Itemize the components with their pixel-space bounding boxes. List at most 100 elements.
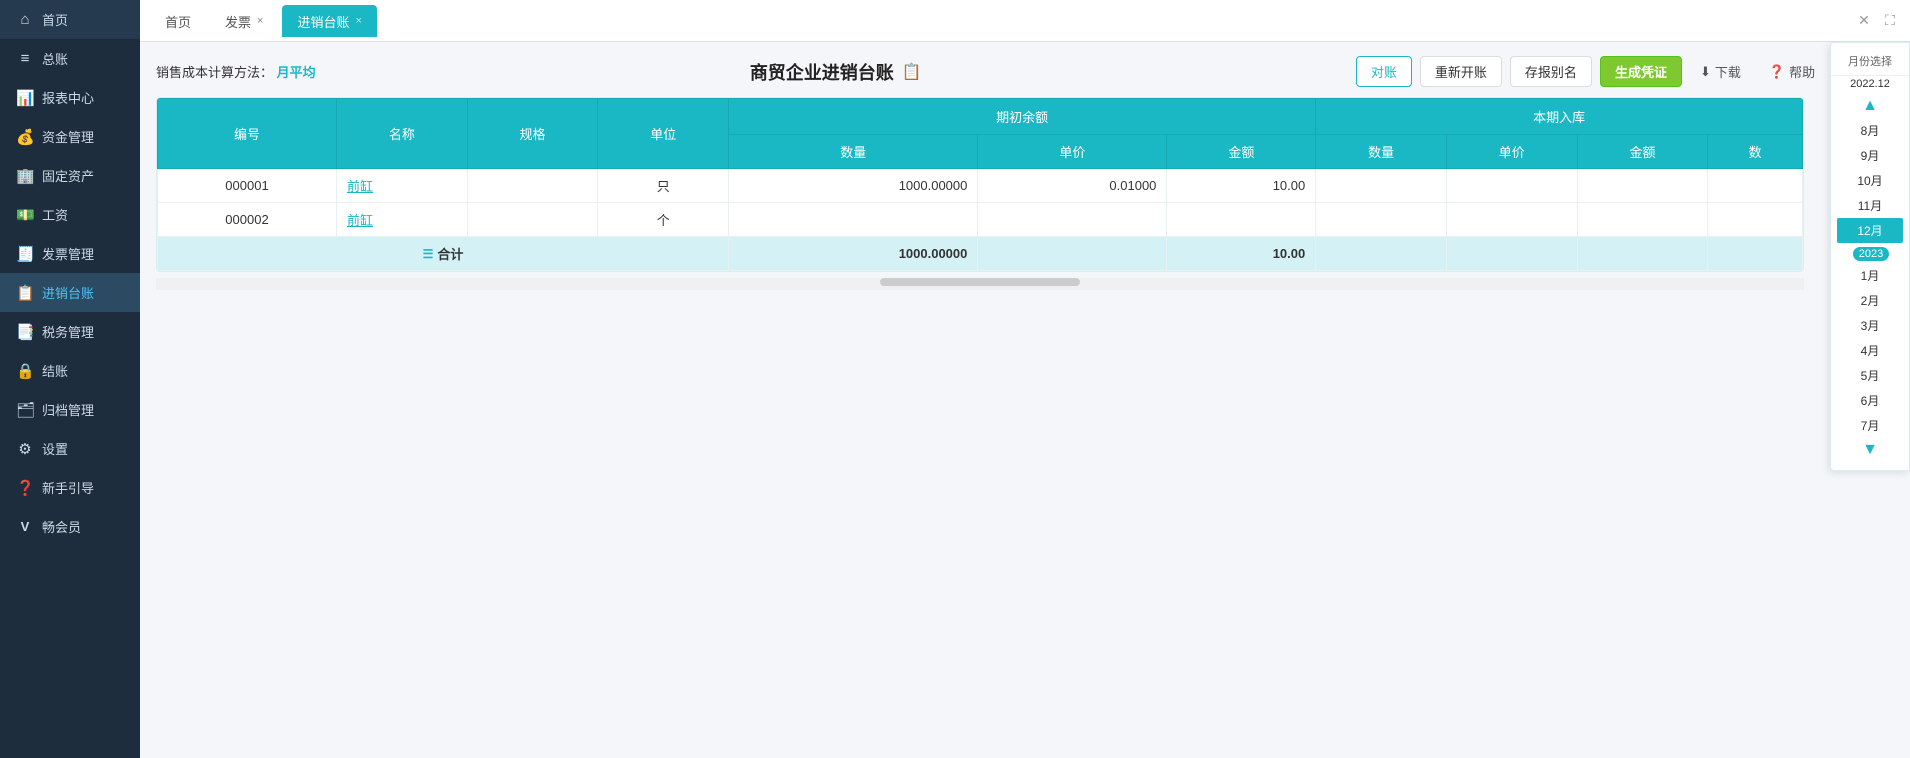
sidebar-item-label: 畅会员 — [42, 517, 81, 536]
month-7[interactable]: 7月 — [1831, 413, 1909, 438]
help-label: 帮助 — [1789, 62, 1815, 81]
total-period-amount: 10.00 — [1167, 237, 1316, 271]
month-scroll-down[interactable]: ▼ — [1831, 438, 1909, 462]
col-current-in-header: 本期入库 — [1316, 99, 1803, 135]
sidebar-item-invoice-mgmt[interactable]: 🧾 发票管理 — [0, 234, 140, 273]
reports-icon: 📊 — [16, 89, 34, 107]
sidebar-item-close[interactable]: 🔒 结账 — [0, 351, 140, 390]
close-period-icon: 🔒 — [16, 362, 34, 380]
tab-invoice-close[interactable]: × — [257, 15, 263, 27]
month-12[interactable]: 12月 — [1837, 218, 1903, 243]
cost-method-value: 月平均 — [277, 65, 316, 80]
current-year-display: 2022.12 — [1831, 76, 1909, 94]
archive-icon: 🗂 — [16, 401, 34, 419]
total-period-price — [978, 237, 1167, 271]
tab-home[interactable]: 首页 — [150, 5, 206, 37]
month-1[interactable]: 1月 — [1831, 263, 1909, 288]
sub-in-qty: 数量 — [1316, 135, 1447, 169]
month-2[interactable]: 2月 — [1831, 288, 1909, 313]
save-name-button[interactable]: 存报别名 — [1510, 56, 1592, 87]
sidebar-item-member[interactable]: V 畅会员 — [0, 507, 140, 546]
window-close-button[interactable]: ✕ — [1854, 11, 1874, 31]
row1-spec — [467, 169, 598, 203]
help-icon: ❓ — [1769, 64, 1785, 80]
row2-period-qty — [729, 203, 978, 237]
sub-in-amount: 金额 — [1577, 135, 1708, 169]
reopen-button[interactable]: 重新开账 — [1420, 56, 1502, 87]
sub-in-num: 数 — [1708, 135, 1803, 169]
sidebar-item-guide[interactable]: ❓ 新手引导 — [0, 468, 140, 507]
inventory-table-container: 编号 名称 规格 单位 期初余额 本期入库 数量 单价 金额 数量 单价 金额 — [156, 97, 1804, 272]
row2-in-amount — [1577, 203, 1708, 237]
col-period-balance-header: 期初余额 — [729, 99, 1316, 135]
tab-invoice[interactable]: 发票 × — [210, 5, 278, 37]
sidebar-item-tax[interactable]: 📑 税务管理 — [0, 312, 140, 351]
row1-period-price: 0.01000 — [978, 169, 1167, 203]
sub-period-qty: 数量 — [729, 135, 978, 169]
horizontal-scrollbar[interactable] — [156, 278, 1804, 290]
download-button[interactable]: ⬇ 下载 — [1690, 57, 1751, 86]
sidebar-item-inventory[interactable]: 📋 进销台账 — [0, 273, 140, 312]
sub-period-price: 单价 — [978, 135, 1167, 169]
inventory-icon: 📋 — [16, 284, 34, 302]
sidebar-item-label: 固定资产 — [42, 166, 94, 185]
invoice-mgmt-icon: 🧾 — [16, 245, 34, 263]
row1-unit: 只 — [598, 169, 729, 203]
tab-inventory[interactable]: 进销台账 × — [282, 5, 376, 37]
guide-icon: ❓ — [16, 479, 34, 497]
month-11[interactable]: 11月 — [1831, 193, 1909, 218]
row1-in-qty — [1316, 169, 1447, 203]
total-in-num — [1708, 237, 1803, 271]
home-icon: ⌂ — [16, 11, 34, 28]
row2-name-link[interactable]: 前缸 — [347, 213, 373, 228]
help-button[interactable]: ❓ 帮助 — [1759, 57, 1825, 86]
window-maximize-button[interactable]: ⛶ — [1880, 11, 1900, 31]
sidebar-item-archive[interactable]: 🗂 归档管理 — [0, 390, 140, 429]
info-icon[interactable]: 📋 — [902, 62, 922, 82]
main-area: 首页 发票 × 进销台账 × ✕ ⛶ 销售成本计算方法： 月平均 商贸企业进销台… — [140, 0, 1910, 758]
sidebar-item-label: 结账 — [42, 361, 68, 380]
generate-voucher-button[interactable]: 生成凭证 — [1600, 56, 1682, 87]
row2-in-price — [1446, 203, 1577, 237]
sidebar-item-label: 资金管理 — [42, 127, 94, 146]
month-5[interactable]: 5月 — [1831, 363, 1909, 388]
assets-icon: 🏢 — [16, 167, 34, 185]
sidebar-item-label: 报表中心 — [42, 88, 94, 107]
sidebar-item-label: 设置 — [42, 439, 68, 458]
month-9[interactable]: 9月 — [1831, 143, 1909, 168]
total-label-cell: ☰ 合计 — [158, 237, 729, 271]
sidebar-item-reports[interactable]: 📊 报表中心 — [0, 78, 140, 117]
sidebar-item-label: 进销台账 — [42, 283, 94, 302]
sidebar-item-label: 税务管理 — [42, 322, 94, 341]
sidebar-item-funds[interactable]: 💰 资金管理 — [0, 117, 140, 156]
month-4[interactable]: 4月 — [1831, 338, 1909, 363]
col-code-header: 编号 — [158, 99, 337, 169]
sidebar-item-settings[interactable]: ⚙ 设置 — [0, 429, 140, 468]
month-selector-panel: 月份选择 2022.12 ▲ 8月 9月 10月 11月 12月 2023 1月… — [1830, 42, 1910, 471]
sidebar-item-salary[interactable]: 💵 工资 — [0, 195, 140, 234]
total-in-qty — [1316, 237, 1447, 271]
month-scroll-up[interactable]: ▲ — [1831, 94, 1909, 118]
sidebar-item-ledger[interactable]: ≡ 总账 — [0, 39, 140, 78]
total-in-amount — [1577, 237, 1708, 271]
cost-method-label: 销售成本计算方法： — [156, 65, 273, 80]
month-10[interactable]: 10月 — [1831, 168, 1909, 193]
sidebar-item-home[interactable]: ⌂ 首页 — [0, 0, 140, 39]
salary-icon: 💵 — [16, 206, 34, 224]
row1-name-link[interactable]: 前缸 — [347, 179, 373, 194]
col-spec-header: 规格 — [467, 99, 598, 169]
row2-period-price — [978, 203, 1167, 237]
download-icon: ⬇ — [1700, 64, 1711, 80]
tab-inventory-close[interactable]: × — [355, 15, 361, 27]
tax-icon: 📑 — [16, 323, 34, 341]
month-6[interactable]: 6月 — [1831, 388, 1909, 413]
cost-method-area: 销售成本计算方法： 月平均 — [156, 62, 316, 81]
total-period-qty: 1000.00000 — [729, 237, 978, 271]
page-title: 商贸企业进销台账 — [750, 59, 894, 85]
sidebar-item-assets[interactable]: 🏢 固定资产 — [0, 156, 140, 195]
sidebar-item-label: 归档管理 — [42, 400, 94, 419]
scrollbar-thumb[interactable] — [880, 278, 1080, 286]
match-button[interactable]: 对账 — [1356, 56, 1412, 87]
month-3[interactable]: 3月 — [1831, 313, 1909, 338]
month-8[interactable]: 8月 — [1831, 118, 1909, 143]
